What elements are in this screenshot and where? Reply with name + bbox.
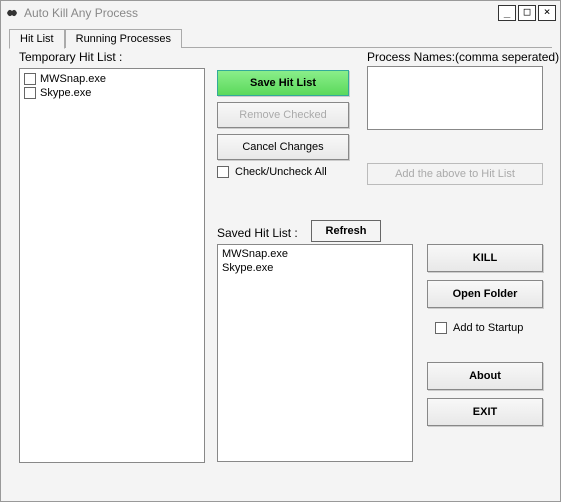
open-folder-button[interactable]: Open Folder <box>427 280 543 308</box>
process-name: Skype.exe <box>40 87 91 99</box>
add-to-startup-row[interactable]: Add to Startup <box>435 322 543 334</box>
checkbox[interactable] <box>24 73 36 85</box>
action-button-column: Save Hit List Remove Checked Cancel Chan… <box>217 70 353 178</box>
kill-button[interactable]: KILL <box>427 244 543 272</box>
window-title: Auto Kill Any Process <box>24 6 498 20</box>
temporary-hit-list-label: Temporary Hit List : <box>19 50 122 64</box>
check-uncheck-all-row[interactable]: Check/Uncheck All <box>217 166 353 178</box>
close-button[interactable]: × <box>538 5 556 21</box>
titlebar: Auto Kill Any Process _ □ × <box>1 1 560 25</box>
tab-hit-list[interactable]: Hit List <box>9 29 65 49</box>
checkbox[interactable] <box>24 87 36 99</box>
checkbox[interactable] <box>435 322 447 334</box>
refresh-button[interactable]: Refresh <box>311 220 381 242</box>
remove-checked-button[interactable]: Remove Checked <box>217 102 349 128</box>
process-name: MWSnap.exe <box>40 73 106 85</box>
list-item[interactable]: Skype.exe <box>24 86 200 100</box>
tab-running-processes[interactable]: Running Processes <box>65 29 182 48</box>
list-item[interactable]: MWSnap.exe <box>24 72 200 86</box>
process-names-label: Process Names:(comma seperated) <box>367 50 559 64</box>
tab-content: Temporary Hit List : MWSnap.exe Skype.ex… <box>1 48 560 498</box>
saved-hit-list-label: Saved Hit List : <box>217 226 298 240</box>
maximize-button[interactable]: □ <box>518 5 536 21</box>
app-icon <box>5 6 19 20</box>
right-button-column: KILL Open Folder Add to Startup About EX… <box>427 244 543 434</box>
minimize-button[interactable]: _ <box>498 5 516 21</box>
saved-hit-list[interactable]: MWSnap.exe Skype.exe <box>217 244 413 462</box>
about-button[interactable]: About <box>427 362 543 390</box>
cancel-changes-button[interactable]: Cancel Changes <box>217 134 349 160</box>
temporary-hit-list[interactable]: MWSnap.exe Skype.exe <box>19 68 205 463</box>
check-uncheck-all-label: Check/Uncheck All <box>235 166 327 178</box>
tab-bar: Hit List Running Processes <box>1 25 560 48</box>
checkbox[interactable] <box>217 166 229 178</box>
add-to-startup-label: Add to Startup <box>453 322 523 334</box>
app-window: Auto Kill Any Process _ □ × Hit List Run… <box>0 0 561 502</box>
list-item[interactable]: Skype.exe <box>222 261 408 275</box>
list-item[interactable]: MWSnap.exe <box>222 247 408 261</box>
add-to-hit-list-button[interactable]: Add the above to Hit List <box>367 163 543 185</box>
process-names-input[interactable] <box>367 66 543 130</box>
save-hit-list-button[interactable]: Save Hit List <box>217 70 349 96</box>
exit-button[interactable]: EXIT <box>427 398 543 426</box>
